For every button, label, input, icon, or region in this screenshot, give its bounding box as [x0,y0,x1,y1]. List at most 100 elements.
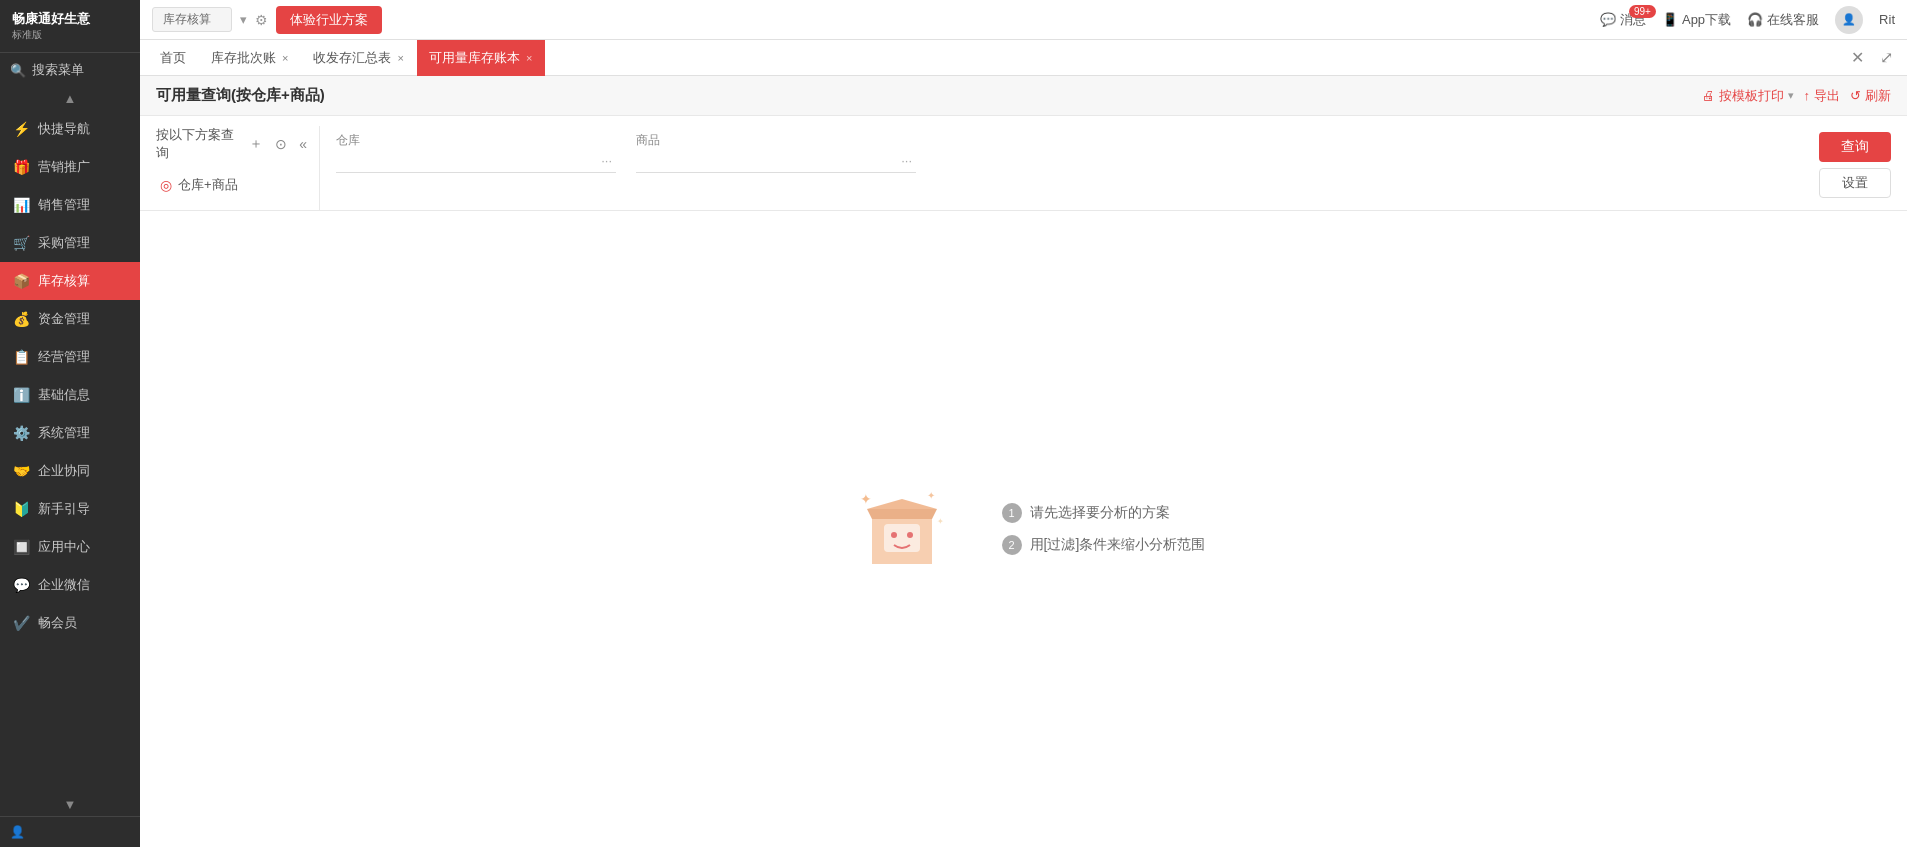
query-button[interactable]: 查询 [1819,132,1891,162]
settings-button[interactable]: 设置 [1819,168,1891,198]
sidebar-footer[interactable]: 👤 [0,816,140,847]
search-menu[interactable]: 🔍 搜索菜单 [0,53,140,87]
operation-icon: 📋 [12,349,30,365]
warehouse-filter-label: 仓库 [336,132,616,149]
print-button[interactable]: 🖨 按模板打印 ▾ [1702,87,1794,105]
service-icon: 🎧 [1747,12,1763,27]
sidebar-item-label: 企业协同 [38,462,90,480]
tab-summary-close-icon[interactable]: × [397,52,403,64]
breadcrumb-chevron-icon[interactable]: ▾ [240,12,247,27]
filter-area: 按以下方案查询 ＋ ⊙ « ◎ 仓库+商品 仓库 · [140,116,1907,211]
system-icon: ⚙️ [12,425,30,441]
settings-icon[interactable]: ⚙ [255,12,268,28]
warehouse-dots-button[interactable]: ··· [597,153,616,168]
svg-point-4 [891,532,897,538]
sidebar-item-label: 库存核算 [38,272,90,290]
topbar: 库存核算 ▾ ⚙ 体验行业方案 💬 消息 99+ 📱 App下载 🎧 在线客服 … [140,0,1907,40]
online-service-button[interactable]: 🎧 在线客服 [1747,11,1819,29]
warehouse-filter-field: 仓库 ··· [336,132,616,173]
warehouse-input-row: ··· [336,153,616,173]
sidebar-item-operation[interactable]: 📋 经营管理 [0,338,140,376]
sidebar-scroll-down[interactable]: ▼ [0,793,140,816]
sidebar-item-label: 经营管理 [38,348,90,366]
sidebar-item-enterprise-wechat[interactable]: 💬 企业微信 [0,566,140,604]
tab-batch-close-icon[interactable]: × [282,52,288,64]
sidebar-item-label: 采购管理 [38,234,90,252]
tab-summary[interactable]: 收发存汇总表 × [301,40,416,76]
sales-icon: 📊 [12,197,30,213]
sidebar-item-vip[interactable]: ✔️ 畅会员 [0,604,140,642]
empty-text-area: 1 请先选择要分析的方案 2 用[过滤]条件来缩小分析范围 [1002,503,1206,555]
sidebar-item-basic[interactable]: ℹ️ 基础信息 [0,376,140,414]
tab-home[interactable]: 首页 [148,40,199,76]
page-content: 可用量查询(按仓库+商品) 🖨 按模板打印 ▾ ↑ 导出 ↺ 刷新 [140,76,1907,847]
tabs-bar: 首页 库存批次账 × 收发存汇总表 × 可用量库存账本 × ✕ ⤢ [140,40,1907,76]
sidebar-item-newbie[interactable]: 🔰 新手引导 [0,490,140,528]
filter-sidebar-header: 按以下方案查询 ＋ ⊙ « [156,126,311,170]
inventory-icon: 📦 [12,273,30,289]
step-1-circle: 1 [1002,503,1022,523]
sidebar-item-label: 新手引导 [38,500,90,518]
sidebar-item-label: 销售管理 [38,196,90,214]
refresh-button[interactable]: ↺ 刷新 [1850,87,1891,105]
breadcrumb: 库存核算 [152,7,232,32]
product-dots-button[interactable]: ··· [897,153,916,168]
print-chevron-icon: ▾ [1788,89,1794,102]
export-button[interactable]: ↑ 导出 [1804,87,1841,105]
avatar-placeholder: 👤 [1842,13,1856,26]
product-filter-field: 商品 ··· [636,132,916,173]
refresh-icon: ↺ [1850,88,1861,103]
topbar-right: 💬 消息 99+ 📱 App下载 🎧 在线客服 👤 Rit [1600,6,1895,34]
svg-point-5 [907,532,913,538]
tab-batch-label: 库存批次账 [211,49,276,67]
finance-icon: 💰 [12,311,30,327]
page-header-actions: 🖨 按模板打印 ▾ ↑ 导出 ↺ 刷新 [1702,87,1892,105]
vip-icon: ✔️ [12,615,30,631]
trial-button[interactable]: 体验行业方案 [276,6,382,34]
tabs-actions: ✕ ⤢ [1845,46,1899,69]
sidebar-scroll-up[interactable]: ▲ [0,87,140,110]
sidebar-item-label: 系统管理 [38,424,90,442]
export-label: 导出 [1814,87,1840,105]
sidebar-item-inventory[interactable]: 📦 库存核算 [0,262,140,300]
message-button[interactable]: 💬 消息 99+ [1600,11,1646,29]
sidebar-nav: ⚡ 快捷导航 🎁 营销推广 📊 销售管理 🛒 采购管理 📦 库存核算 💰 资金管… [0,110,140,793]
sidebar-item-enterprise[interactable]: 🤝 企业协同 [0,452,140,490]
page-title: 可用量查询(按仓库+商品) [156,86,325,105]
sidebar-item-marketing[interactable]: 🎁 营销推广 [0,148,140,186]
tab-batch[interactable]: 库存批次账 × [199,40,301,76]
sidebar-item-finance[interactable]: 💰 资金管理 [0,300,140,338]
app-download-button[interactable]: 📱 App下载 [1662,11,1731,29]
sidebar-item-label: 资金管理 [38,310,90,328]
enterprise-icon: 🤝 [12,463,30,479]
tab-available[interactable]: 可用量库存账本 × [417,40,545,76]
sidebar-item-purchase[interactable]: 🛒 采购管理 [0,224,140,262]
warehouse-input[interactable] [336,153,597,168]
filter-add-button[interactable]: ＋ [245,133,267,155]
username: Rit [1879,12,1895,27]
sidebar-item-system[interactable]: ⚙️ 系统管理 [0,414,140,452]
query-btn-area: 查询 设置 [1803,126,1907,210]
sidebar-item-quick-nav[interactable]: ⚡ 快捷导航 [0,110,140,148]
filter-main: 仓库 ··· 商品 ··· [320,126,1803,210]
filter-setting-button[interactable]: ⊙ [271,134,291,154]
sidebar-item-app-center[interactable]: 🔲 应用中心 [0,528,140,566]
sidebar-footer-icon: 👤 [10,825,25,839]
svg-marker-1 [867,509,937,519]
empty-step-2-text: 用[过滤]条件来缩小分析范围 [1030,536,1206,554]
product-input[interactable] [636,153,897,168]
filter-sidebar-actions: ＋ ⊙ « [245,133,311,155]
enterprise-wechat-icon: 💬 [12,577,30,593]
filter-collapse-button[interactable]: « [295,134,311,154]
service-label: 在线客服 [1767,11,1819,29]
sidebar-item-label: 应用中心 [38,538,90,556]
svg-text:✦: ✦ [860,491,872,507]
empty-step-2: 2 用[过滤]条件来缩小分析范围 [1002,535,1206,555]
filter-scheme-item[interactable]: ◎ 仓库+商品 [156,170,311,200]
filter-sidebar-title: 按以下方案查询 [156,126,239,162]
close-tab-button[interactable]: ✕ [1845,46,1870,69]
tab-available-close-icon[interactable]: × [526,52,532,64]
avatar: 👤 [1835,6,1863,34]
maximize-tab-button[interactable]: ⤢ [1874,46,1899,69]
sidebar-item-sales[interactable]: 📊 销售管理 [0,186,140,224]
